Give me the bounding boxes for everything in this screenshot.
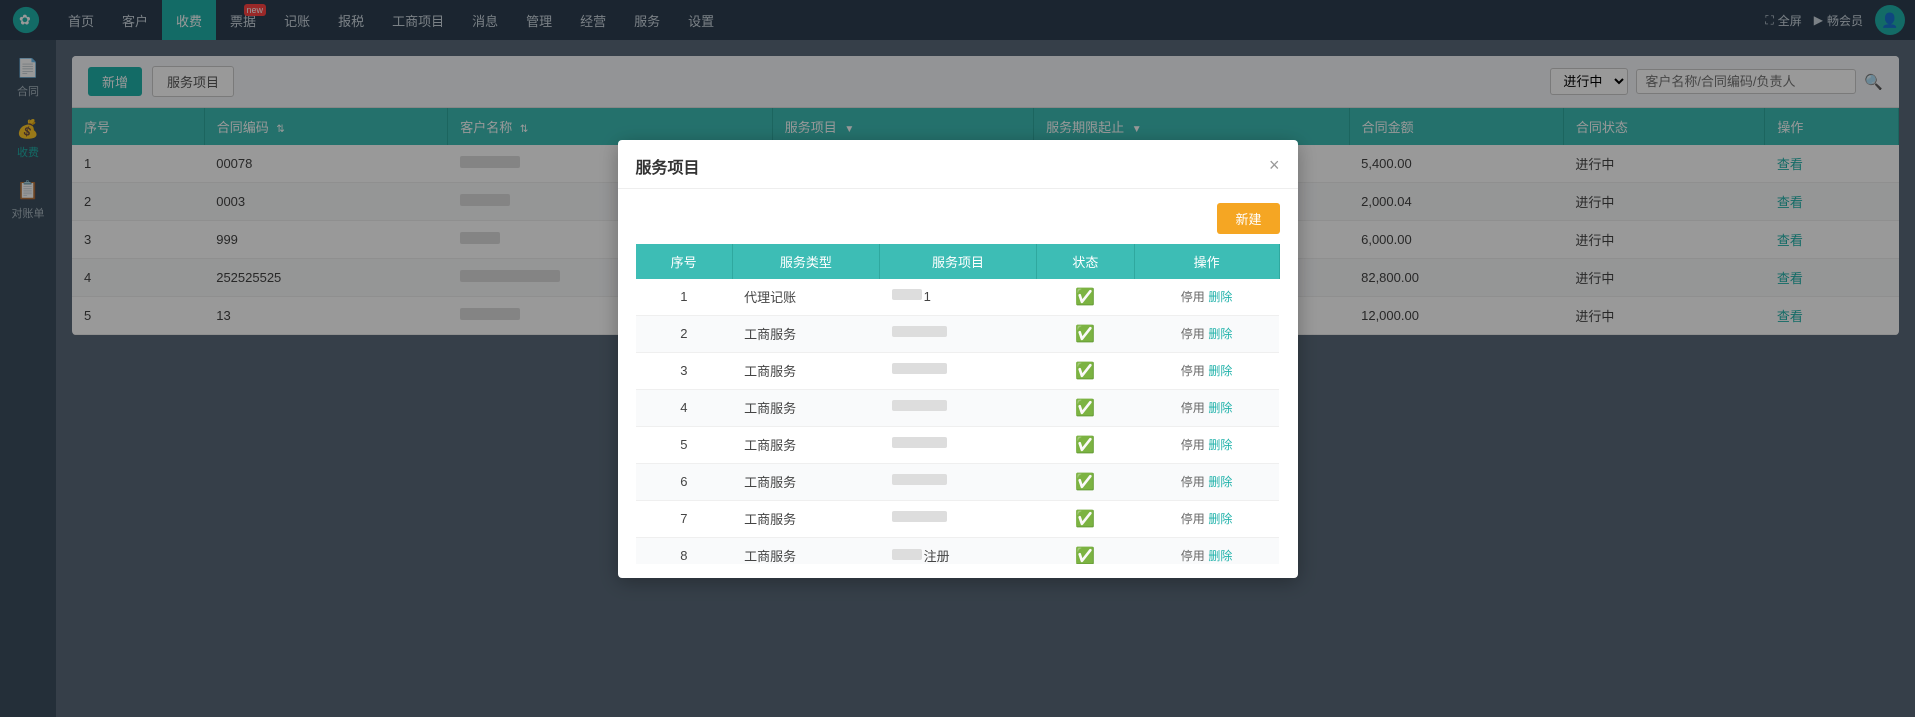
modal-header: 服务项目 ×	[618, 140, 1298, 189]
modal-cell-seq: 2	[636, 315, 733, 352]
modal-cell-seq: 5	[636, 426, 733, 463]
disable-button[interactable]: 停用	[1181, 288, 1205, 305]
modal-cell-action: 停用 删除	[1134, 463, 1279, 500]
modal-cell-action: 停用 删除	[1134, 279, 1279, 316]
modal-cell-seq: 3	[636, 352, 733, 389]
status-active-icon: ✅	[1075, 548, 1095, 564]
status-active-icon: ✅	[1075, 363, 1095, 380]
modal-cell-status: ✅	[1037, 389, 1135, 426]
status-active-icon: ✅	[1075, 400, 1095, 417]
modal-table-row: 8 工商服务 注册 ✅ 停用 删除	[636, 537, 1280, 564]
modal-table-row: 1 代理记账 1 ✅ 停用 删除	[636, 279, 1280, 316]
disable-button[interactable]: 停用	[1181, 473, 1205, 490]
service-item-modal: 服务项目 × 新建 序号 服务类型 服务项目	[618, 140, 1298, 578]
modal-cell-action: 停用 删除	[1134, 389, 1279, 426]
modal-cell-action: 停用 删除	[1134, 352, 1279, 389]
modal-cell-type: 工商服务	[732, 352, 879, 389]
disable-button[interactable]: 停用	[1181, 436, 1205, 453]
modal-cell-status: ✅	[1037, 463, 1135, 500]
modal-cell-action: 停用 删除	[1134, 426, 1279, 463]
modal-table-row: 6 工商服务 ✅ 停用 删除	[636, 463, 1280, 500]
disable-button[interactable]: 停用	[1181, 547, 1205, 564]
delete-button[interactable]: 删除	[1208, 473, 1232, 490]
delete-button[interactable]: 删除	[1208, 436, 1232, 453]
modal-cell-item: 1	[880, 279, 1037, 316]
modal-cell-status: ✅	[1037, 315, 1135, 352]
modal-cell-item	[880, 463, 1037, 500]
modal-table-row: 7 工商服务 ✅ 停用 删除	[636, 500, 1280, 537]
modal-table-row: 2 工商服务 ✅ 停用 删除	[636, 315, 1280, 352]
modal-cell-item	[880, 426, 1037, 463]
modal-cell-item	[880, 352, 1037, 389]
modal-cell-status: ✅	[1037, 279, 1135, 316]
modal-col-seq: 序号	[636, 244, 733, 279]
modal-cell-type: 代理记账	[732, 279, 879, 316]
status-active-icon: ✅	[1075, 437, 1095, 454]
modal-col-item: 服务项目	[880, 244, 1037, 279]
modal-title: 服务项目	[636, 154, 700, 178]
modal-table: 序号 服务类型 服务项目 状态 操作 1 代理记账 1 ✅ 停用	[636, 244, 1280, 564]
delete-button[interactable]: 删除	[1208, 399, 1232, 416]
create-service-button[interactable]: 新建	[1217, 203, 1279, 234]
delete-button[interactable]: 删除	[1208, 325, 1232, 342]
modal-cell-item	[880, 315, 1037, 352]
modal-table-row: 4 工商服务 ✅ 停用 删除	[636, 389, 1280, 426]
modal-cell-action: 停用 删除	[1134, 500, 1279, 537]
modal-cell-status: ✅	[1037, 426, 1135, 463]
delete-button[interactable]: 删除	[1208, 288, 1232, 305]
modal-col-type: 服务类型	[732, 244, 879, 279]
modal-cell-type: 工商服务	[732, 389, 879, 426]
modal-cell-status: ✅	[1037, 500, 1135, 537]
modal-cell-item: 注册	[880, 537, 1037, 564]
modal-cell-item	[880, 389, 1037, 426]
modal-cell-seq: 1	[636, 279, 733, 316]
modal-cell-type: 工商服务	[732, 315, 879, 352]
modal-overlay[interactable]: 服务项目 × 新建 序号 服务类型 服务项目	[56, 40, 1915, 717]
modal-cell-seq: 6	[636, 463, 733, 500]
modal-cell-action: 停用 删除	[1134, 537, 1279, 564]
delete-button[interactable]: 删除	[1208, 362, 1232, 379]
modal-cell-item	[880, 500, 1037, 537]
modal-cell-type: 工商服务	[732, 463, 879, 500]
modal-scroll[interactable]: 序号 服务类型 服务项目 状态 操作 1 代理记账 1 ✅ 停用	[636, 244, 1280, 564]
modal-cell-seq: 4	[636, 389, 733, 426]
modal-cell-seq: 8	[636, 537, 733, 564]
disable-button[interactable]: 停用	[1181, 362, 1205, 379]
modal-cell-action: 停用 删除	[1134, 315, 1279, 352]
modal-toolbar: 新建	[636, 203, 1280, 234]
delete-button[interactable]: 删除	[1208, 510, 1232, 527]
modal-cell-type: 工商服务	[732, 426, 879, 463]
modal-cell-status: ✅	[1037, 537, 1135, 564]
modal-body: 新建 序号 服务类型 服务项目 状态 操作	[618, 189, 1298, 578]
status-active-icon: ✅	[1075, 511, 1095, 528]
layout: 📄 合同 💰 收费 📋 对账单 新增 服务项目 进行中 已结束 全部	[0, 40, 1915, 717]
modal-col-action: 操作	[1134, 244, 1279, 279]
status-active-icon: ✅	[1075, 289, 1095, 306]
disable-button[interactable]: 停用	[1181, 399, 1205, 416]
modal-cell-seq: 7	[636, 500, 733, 537]
status-active-icon: ✅	[1075, 474, 1095, 491]
status-active-icon: ✅	[1075, 326, 1095, 343]
modal-col-status: 状态	[1037, 244, 1135, 279]
disable-button[interactable]: 停用	[1181, 510, 1205, 527]
modal-table-row: 5 工商服务 ✅ 停用 删除	[636, 426, 1280, 463]
modal-close-button[interactable]: ×	[1269, 155, 1280, 176]
modal-table-row: 3 工商服务 ✅ 停用 删除	[636, 352, 1280, 389]
main-content: 新增 服务项目 进行中 已结束 全部 🔍 序号 合同编码	[56, 40, 1915, 717]
delete-button[interactable]: 删除	[1208, 547, 1232, 564]
modal-cell-type: 工商服务	[732, 500, 879, 537]
modal-cell-type: 工商服务	[732, 537, 879, 564]
modal-cell-status: ✅	[1037, 352, 1135, 389]
disable-button[interactable]: 停用	[1181, 325, 1205, 342]
